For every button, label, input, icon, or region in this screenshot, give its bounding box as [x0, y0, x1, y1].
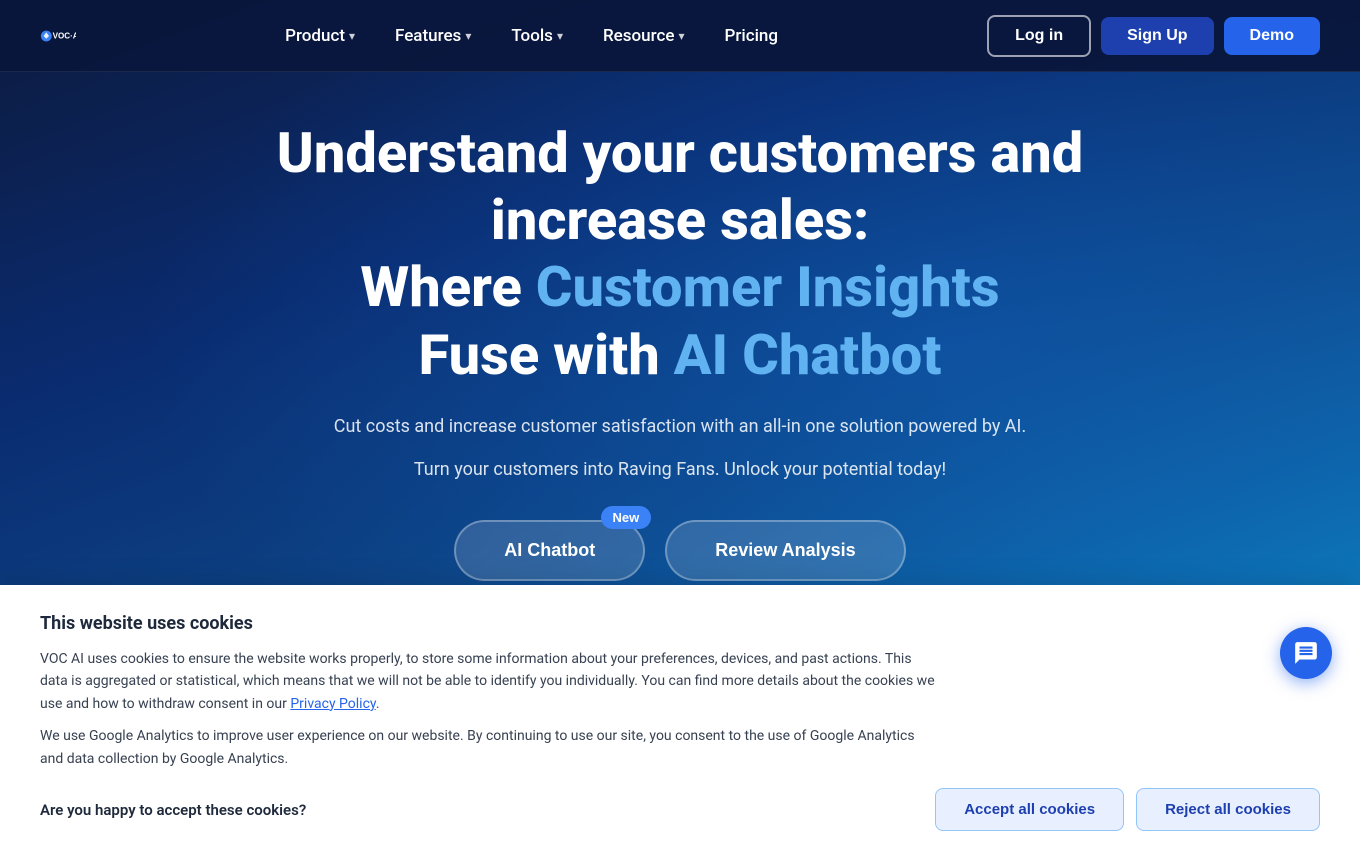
navbar: VOC·AI Product ▾ Features ▾ Tools ▾ Reso… — [0, 0, 1360, 72]
cookie-banner-body: VOC AI uses cookies to ensure the websit… — [40, 648, 940, 715]
nav-label-features: Features — [395, 26, 461, 46]
signup-button[interactable]: Sign Up — [1101, 17, 1213, 55]
svg-text:VOC·AI: VOC·AI — [53, 31, 76, 40]
hero-subtitle-2: Turn your customers into Raving Fans. Un… — [224, 456, 1136, 485]
nav-label-product: Product — [285, 26, 345, 46]
privacy-policy-link[interactable]: Privacy Policy — [290, 696, 375, 712]
chat-icon — [1293, 640, 1319, 666]
nav-link-features[interactable]: Features ▾ — [379, 18, 487, 54]
hero-title-line1: Understand your customers and increase s… — [277, 120, 1083, 253]
ai-chatbot-button[interactable]: New AI Chatbot — [454, 520, 645, 581]
chevron-down-icon: ▾ — [349, 29, 355, 43]
privacy-policy-suffix: . — [376, 696, 380, 712]
hero-subtitle-1: Cut costs and increase customer satisfac… — [224, 413, 1136, 442]
cookie-analytics-text: We use Google Analytics to improve user … — [40, 725, 940, 770]
cookie-banner: This website uses cookies VOC AI uses co… — [0, 585, 1360, 859]
hero-title-line3-plain: Fuse with — [419, 322, 674, 388]
accept-cookies-button[interactable]: Accept all cookies — [935, 788, 1124, 831]
hero-title-line3-highlight: AI Chatbot — [674, 322, 942, 388]
nav-link-pricing[interactable]: Pricing — [709, 18, 795, 54]
nav-item-tools[interactable]: Tools ▾ — [495, 18, 579, 54]
nav-links: Product ▾ Features ▾ Tools ▾ Resource ▾ — [269, 18, 794, 54]
nav-item-resource[interactable]: Resource ▾ — [587, 18, 701, 54]
chevron-down-icon: ▾ — [465, 29, 471, 43]
chevron-down-icon: ▾ — [678, 29, 684, 43]
nav-link-product[interactable]: Product ▾ — [269, 18, 371, 54]
cookie-question-row: Are you happy to accept these cookies? A… — [40, 788, 1320, 831]
nav-label-pricing: Pricing — [725, 26, 779, 46]
chevron-down-icon: ▾ — [557, 29, 563, 43]
nav-item-product[interactable]: Product ▾ — [269, 18, 371, 54]
nav-label-resource: Resource — [603, 26, 675, 46]
logo-link[interactable]: VOC·AI — [40, 18, 76, 54]
login-button[interactable]: Log in — [987, 15, 1091, 57]
hero-cta-row: New AI Chatbot Review Analysis — [224, 520, 1136, 581]
hero-content: Understand your customers and increase s… — [200, 120, 1160, 621]
nav-link-tools[interactable]: Tools ▾ — [495, 18, 579, 54]
review-analysis-button[interactable]: Review Analysis — [665, 520, 905, 581]
voc-ai-logo-icon: VOC·AI — [40, 18, 76, 54]
hero-title-line2-plain: Where — [360, 254, 535, 320]
ai-chatbot-label: AI Chatbot — [504, 540, 595, 560]
hero-title: Understand your customers and increase s… — [224, 120, 1136, 389]
nav-actions: Log in Sign Up Demo — [987, 15, 1320, 57]
cookie-banner-title: This website uses cookies — [40, 613, 1320, 634]
cookie-body-text: VOC AI uses cookies to ensure the websit… — [40, 651, 935, 712]
reject-cookies-button[interactable]: Reject all cookies — [1136, 788, 1320, 831]
hero-title-line2-highlight: Customer Insights — [536, 254, 1000, 320]
demo-button[interactable]: Demo — [1224, 17, 1320, 55]
nav-item-features[interactable]: Features ▾ — [379, 18, 487, 54]
new-badge: New — [601, 506, 652, 529]
chat-bubble-button[interactable] — [1280, 627, 1332, 679]
cookie-buttons: Accept all cookies Reject all cookies — [935, 788, 1320, 831]
nav-item-pricing[interactable]: Pricing — [709, 18, 795, 54]
cookie-question: Are you happy to accept these cookies? — [40, 801, 306, 819]
nav-label-tools: Tools — [511, 26, 553, 46]
nav-link-resource[interactable]: Resource ▾ — [587, 18, 701, 54]
